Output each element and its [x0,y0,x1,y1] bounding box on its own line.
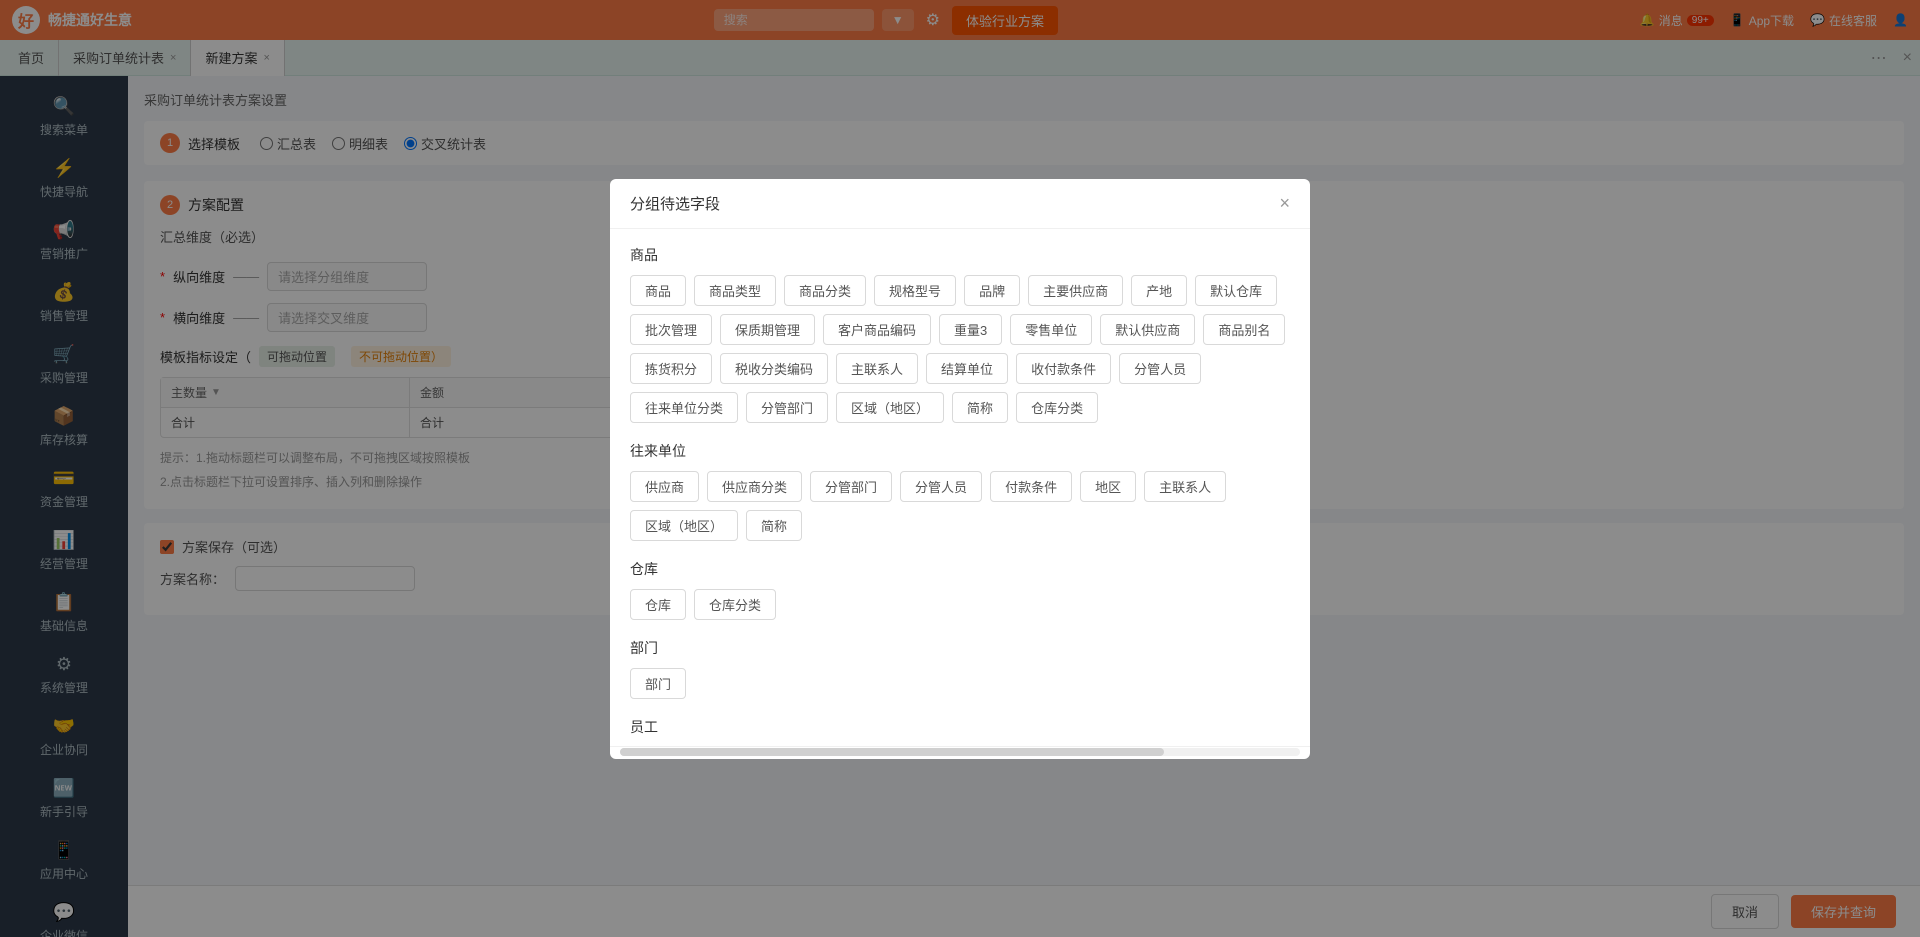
tag-dept[interactable]: 分管部门 [746,392,828,423]
tag-payment-terms[interactable]: 收付款条件 [1016,353,1111,384]
tag-batch-mgmt[interactable]: 批次管理 [630,314,712,345]
tag-mgmt-dept[interactable]: 分管部门 [810,471,892,502]
tag-mgmt-person[interactable]: 分管人员 [900,471,982,502]
section-employee: 员工 业务员 [630,717,1290,746]
section-employee-title: 员工 [630,717,1290,737]
section-department: 部门 部门 [630,638,1290,699]
tag-spec-model[interactable]: 规格型号 [874,275,956,306]
modal-close-button[interactable]: × [1279,193,1290,214]
tag-supplier[interactable]: 供应商 [630,471,699,502]
tag-product[interactable]: 商品 [630,275,686,306]
tag-main-contact2[interactable]: 主联系人 [1144,471,1226,502]
tag-default-warehouse[interactable]: 默认仓库 [1195,275,1277,306]
tag-settle-unit[interactable]: 结算单位 [926,353,1008,384]
tag-short-name[interactable]: 简称 [952,392,1008,423]
modal-hscroll [610,746,1310,759]
tag-product-alias[interactable]: 商品别名 [1203,314,1285,345]
section-warehouse-tags: 仓库 仓库分类 [630,589,1290,620]
section-product-title: 商品 [630,245,1290,265]
tag-retail-unit[interactable]: 零售单位 [1010,314,1092,345]
tag-warehouse-cat[interactable]: 仓库分类 [1016,392,1098,423]
tag-product-category[interactable]: 商品分类 [784,275,866,306]
tag-weight3[interactable]: 重量3 [939,314,1002,345]
tag-pay-condition[interactable]: 付款条件 [990,471,1072,502]
modal-body: 商品 商品 商品类型 商品分类 规格型号 品牌 主要供应商 产地 默认仓库 批次… [610,229,1310,746]
tag-main-contact[interactable]: 主联系人 [836,353,918,384]
section-partner-title: 往来单位 [630,441,1290,461]
tag-pick-score[interactable]: 拣货积分 [630,353,712,384]
tag-tax-code[interactable]: 税收分类编码 [720,353,828,384]
tag-warehouse[interactable]: 仓库 [630,589,686,620]
modal-overlay: 分组待选字段 × 商品 商品 商品类型 商品分类 规格型号 品牌 主要供应商 产… [0,0,1920,937]
tag-partner-category[interactable]: 往来单位分类 [630,392,738,423]
tag-department[interactable]: 部门 [630,668,686,699]
tag-supplier-cat[interactable]: 供应商分类 [707,471,802,502]
modal-header: 分组待选字段 × [610,179,1310,229]
hscroll-thumb[interactable] [620,748,1164,756]
section-department-title: 部门 [630,638,1290,658]
tag-default-supplier[interactable]: 默认供应商 [1100,314,1195,345]
tag-area[interactable]: 地区 [1080,471,1136,502]
tag-warehouse-cat2[interactable]: 仓库分类 [694,589,776,620]
section-partner-tags: 供应商 供应商分类 分管部门 分管人员 付款条件 地区 主联系人 区域（地区） … [630,471,1290,541]
tag-expiry-mgmt[interactable]: 保质期管理 [720,314,815,345]
tag-origin[interactable]: 产地 [1131,275,1187,306]
modal-title: 分组待选字段 [630,193,720,214]
modal: 分组待选字段 × 商品 商品 商品类型 商品分类 规格型号 品牌 主要供应商 产… [610,179,1310,759]
section-warehouse: 仓库 仓库 仓库分类 [630,559,1290,620]
section-partner: 往来单位 供应商 供应商分类 分管部门 分管人员 付款条件 地区 主联系人 区域… [630,441,1290,541]
tag-main-supplier[interactable]: 主要供应商 [1028,275,1123,306]
section-product-tags: 商品 商品类型 商品分类 规格型号 品牌 主要供应商 产地 默认仓库 批次管理 … [630,275,1290,423]
tag-region2[interactable]: 区域（地区） [630,510,738,541]
section-warehouse-title: 仓库 [630,559,1290,579]
tag-product-type[interactable]: 商品类型 [694,275,776,306]
section-product: 商品 商品 商品类型 商品分类 规格型号 品牌 主要供应商 产地 默认仓库 批次… [630,245,1290,423]
tag-brand[interactable]: 品牌 [964,275,1020,306]
tag-supervisor[interactable]: 分管人员 [1119,353,1201,384]
tag-customer-code[interactable]: 客户商品编码 [823,314,931,345]
section-department-tags: 部门 [630,668,1290,699]
tag-short-name2[interactable]: 简称 [746,510,802,541]
tag-region[interactable]: 区域（地区） [836,392,944,423]
hscroll-track [620,748,1300,756]
